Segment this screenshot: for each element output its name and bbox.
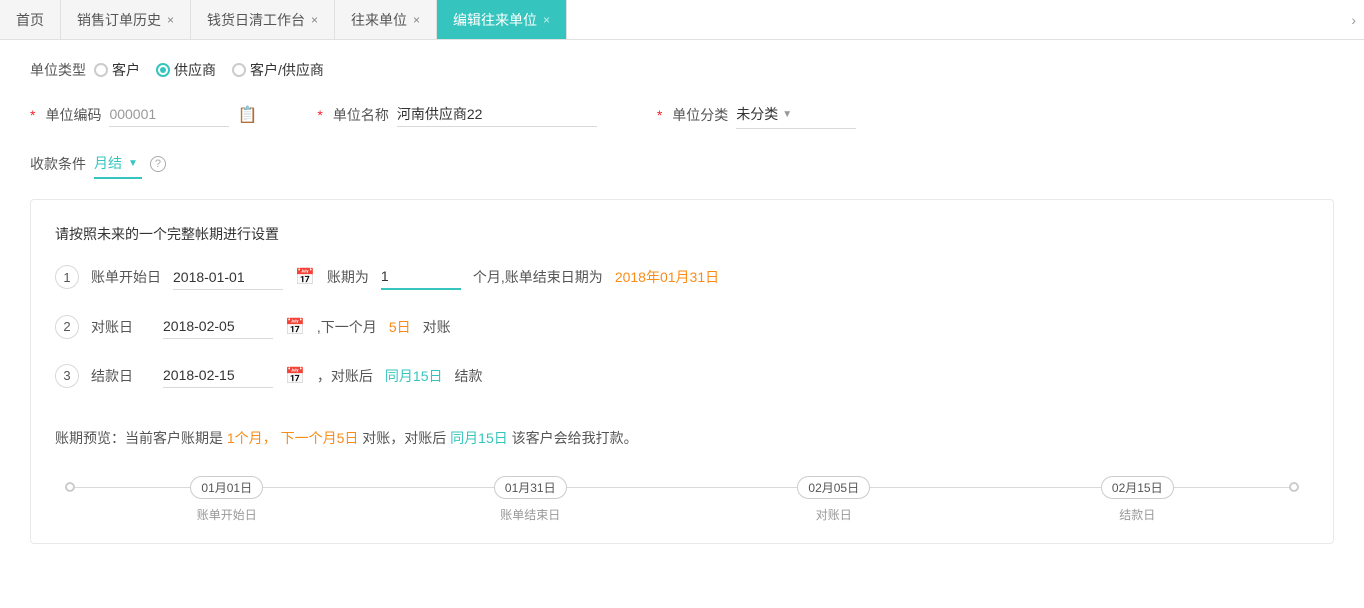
row3-highlight: 同月15日 <box>385 366 443 386</box>
timeline-start-dot <box>65 482 75 492</box>
preview-part5: 该客户会给我打款。 <box>512 430 638 446</box>
close-cash-work[interactable]: × <box>311 13 318 27</box>
row-num-2: 2 <box>55 315 79 339</box>
timeline-node-4: 02月15日 <box>986 476 1290 499</box>
preview-part2: 下一个月5日 <box>281 430 359 446</box>
months-input[interactable] <box>381 264 461 290</box>
row-num-1: 1 <box>55 265 79 289</box>
preview-part1: 1个月， <box>227 430 277 446</box>
code-name-row: * 单位编码 📋 * 单位名称 * 单位分类 未分类 ▼ <box>30 100 1334 129</box>
timeline-track: 01月01日 01月31日 02月05日 02月15日 <box>65 472 1299 502</box>
radio-both[interactable]: 客户/供应商 <box>232 60 324 80</box>
payment-date-cal-icon[interactable]: 📅 <box>285 366 305 386</box>
unit-code-group: * 单位编码 📋 <box>30 102 257 127</box>
row3-desc1: ，对账后 <box>317 366 373 386</box>
payment-value: 月结 <box>94 153 122 173</box>
code-required-star: * <box>30 107 35 123</box>
row2-desc1: ,下一个月 <box>317 317 377 337</box>
unit-category-select[interactable]: 未分类 ▼ <box>736 100 856 129</box>
unit-code-label: 单位编码 <box>45 105 101 125</box>
timeline-node-1: 01月01日 <box>75 476 379 499</box>
radio-group: 客户 供应商 客户/供应商 <box>94 60 324 80</box>
payment-date-input[interactable] <box>163 363 273 388</box>
row-label-2: 对账日 <box>91 317 151 337</box>
preview-section: 账期预览：当前客户账期是 1个月， 下一个月5日 对账，对账后 同月15日 该客… <box>55 412 1309 523</box>
row3-desc2: 结款 <box>455 366 483 386</box>
preview-part3: 对账，对账后 <box>362 430 446 446</box>
name-required-star: * <box>317 107 322 123</box>
category-dropdown-icon: ▼ <box>782 109 792 120</box>
reconcile-date-cal-icon[interactable]: 📅 <box>285 317 305 337</box>
tab-cash-work[interactable]: 钱货日清工作台 × <box>191 0 335 39</box>
unit-code-icon[interactable]: 📋 <box>237 105 257 125</box>
tab-bar: 首页 销售订单历史 × 钱货日清工作台 × 往来单位 × 编辑往来单位 × › <box>0 0 1364 40</box>
timeline-label-1: 账单开始日 <box>75 506 379 523</box>
timeline-label-3: 对账日 <box>682 506 986 523</box>
row-label-3: 结款日 <box>91 366 151 386</box>
unit-type-label: 单位类型 <box>30 60 86 80</box>
unit-category-group: * 单位分类 未分类 ▼ <box>657 100 856 129</box>
radio-customer-circle <box>94 63 108 77</box>
preview-label: 账期预览：当前客户账期是 <box>55 430 223 446</box>
close-partner[interactable]: × <box>413 13 420 27</box>
timeline-badge-2: 01月31日 <box>494 476 567 499</box>
setting-row-3: 3 结款日 📅 ，对账后 同月15日 结款 <box>55 363 1309 388</box>
timeline-node-3: 02月05日 <box>682 476 986 499</box>
timeline-labels: 账单开始日 账单结束日 对账日 结款日 <box>65 502 1299 523</box>
row2-highlight: 5日 <box>389 317 411 337</box>
main-content: 单位类型 客户 供应商 客户/供应商 * 单位编码 <box>0 40 1364 608</box>
row2-desc2: 对账 <box>423 317 451 337</box>
setting-row-1: 1 账单开始日 📅 账期为 个月,账单结束日期为 2018年01月31日 <box>55 264 1309 290</box>
unit-category-label: 单位分类 <box>672 105 728 125</box>
radio-both-circle <box>232 63 246 77</box>
row1-suffix: 个月,账单结束日期为 <box>473 267 603 287</box>
unit-category-value: 未分类 <box>736 104 778 124</box>
tab-edit-partner[interactable]: 编辑往来单位 × <box>437 0 567 39</box>
card-section: 请按照未来的一个完整帐期进行设置 1 账单开始日 📅 账期为 个月,账单结束日期… <box>30 199 1334 544</box>
tab-home[interactable]: 首页 <box>0 0 61 39</box>
reconcile-date-input[interactable] <box>163 314 273 339</box>
unit-name-label: 单位名称 <box>333 105 389 125</box>
end-date-highlight: 2018年01月31日 <box>615 267 719 287</box>
radio-supplier-circle <box>156 63 170 77</box>
tab-scroll-arrow[interactable]: › <box>1343 0 1364 39</box>
category-required-star: * <box>657 107 662 123</box>
close-sales-history[interactable]: × <box>167 13 174 27</box>
tab-sales-history[interactable]: 销售订单历史 × <box>61 0 191 39</box>
payment-select[interactable]: 月结 ▼ <box>94 149 142 179</box>
timeline-label-2: 账单结束日 <box>379 506 683 523</box>
start-date-cal-icon[interactable]: 📅 <box>295 267 315 287</box>
unit-type-group: 单位类型 客户 供应商 客户/供应商 <box>30 60 324 80</box>
card-title: 请按照未来的一个完整帐期进行设置 <box>55 224 1309 244</box>
payment-row: 收款条件 月结 ▼ ? <box>30 149 1334 179</box>
row1-prefix: 账期为 <box>327 267 369 287</box>
timeline-end-dot <box>1289 482 1299 492</box>
setting-row-2: 2 对账日 📅 ,下一个月 5日 对账 <box>55 314 1309 339</box>
radio-supplier-label: 供应商 <box>174 60 216 80</box>
radio-supplier[interactable]: 供应商 <box>156 60 216 80</box>
timeline-label-4: 结款日 <box>986 506 1290 523</box>
payment-help-icon[interactable]: ? <box>150 156 166 172</box>
radio-customer[interactable]: 客户 <box>94 60 140 80</box>
preview-part4: 同月15日 <box>450 430 508 446</box>
timeline-container: 01月01日 01月31日 02月05日 02月15日 <box>55 472 1309 523</box>
radio-customer-label: 客户 <box>112 60 140 80</box>
row-label-1: 账单开始日 <box>91 267 161 287</box>
payment-dropdown-icon: ▼ <box>128 158 138 169</box>
close-edit-partner[interactable]: × <box>543 13 550 27</box>
unit-name-input[interactable] <box>397 102 597 127</box>
tab-partner[interactable]: 往来单位 × <box>335 0 437 39</box>
timeline-badge-4: 02月15日 <box>1101 476 1174 499</box>
unit-type-row: 单位类型 客户 供应商 客户/供应商 <box>30 60 1334 80</box>
timeline-badge-1: 01月01日 <box>190 476 263 499</box>
timeline-badge-3: 02月05日 <box>797 476 870 499</box>
unit-name-group: * 单位名称 <box>317 102 596 127</box>
unit-code-input[interactable] <box>109 102 229 127</box>
row-num-3: 3 <box>55 364 79 388</box>
preview-text: 账期预览：当前客户账期是 1个月， 下一个月5日 对账，对账后 同月15日 该客… <box>55 428 1309 448</box>
timeline-node-2: 01月31日 <box>379 476 683 499</box>
radio-both-label: 客户/供应商 <box>250 60 324 80</box>
start-date-input[interactable] <box>173 265 283 290</box>
payment-label: 收款条件 <box>30 154 86 174</box>
